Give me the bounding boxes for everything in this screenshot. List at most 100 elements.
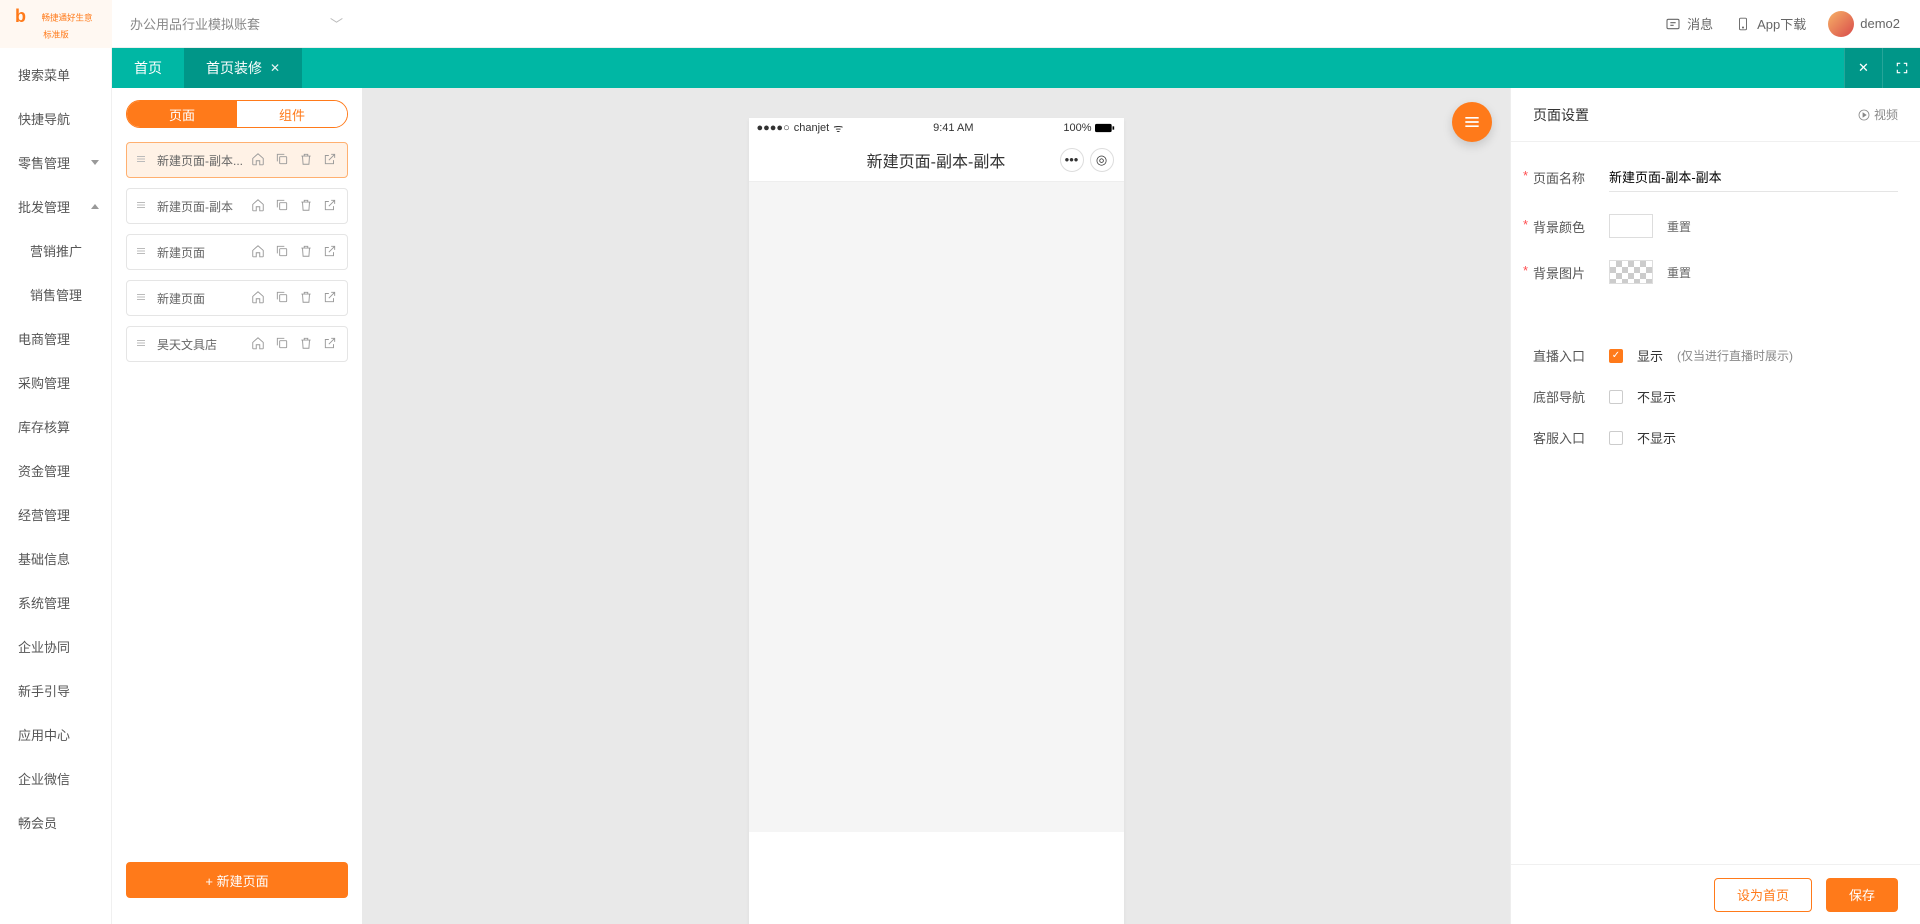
sidebar-item-purchase[interactable]: 采购管理 xyxy=(0,360,111,404)
name-label: 页面名称 xyxy=(1533,168,1595,187)
bgimg-reset[interactable]: 重置 xyxy=(1667,264,1691,281)
battery-text: 100% xyxy=(1063,122,1091,134)
app-download-link[interactable]: App下载 xyxy=(1735,14,1806,33)
sidebar-item-inventory[interactable]: 库存核算 xyxy=(0,404,111,448)
user-menu[interactable]: demo2 xyxy=(1828,11,1900,37)
seg-page[interactable]: 页面 xyxy=(127,101,237,127)
bottomnav-checkbox[interactable] xyxy=(1609,390,1623,404)
brand-text: 畅捷通好生意 xyxy=(42,10,93,23)
home-icon[interactable] xyxy=(251,198,267,214)
page-name: 新建页面 xyxy=(157,290,243,307)
drag-icon[interactable] xyxy=(135,245,149,259)
sidebar-sub-sales[interactable]: 销售管理 xyxy=(0,272,111,316)
delete-icon[interactable] xyxy=(299,152,315,168)
chevron-down-icon: ﹀ xyxy=(330,14,343,33)
copy-icon[interactable] xyxy=(275,152,291,168)
tabbar-fullscreen-button[interactable] xyxy=(1882,48,1920,88)
sidebar-item-retail[interactable]: 零售管理 xyxy=(0,140,111,184)
sidebar-item-system[interactable]: 系统管理 xyxy=(0,580,111,624)
menu-fab[interactable] xyxy=(1452,102,1492,142)
canvas: ●●●●○chanjetᯤ 9:41 AM 100% 新建页面-副本-副本 ••… xyxy=(362,88,1510,924)
battery-icon xyxy=(1095,123,1115,133)
copy-icon[interactable] xyxy=(275,244,291,260)
page-item[interactable]: 新建页面 xyxy=(126,234,348,270)
wifi-icon: ᯤ xyxy=(833,121,843,136)
sidebar-item-quicknav[interactable]: 快捷导航 xyxy=(0,96,111,140)
sidebar-item-ops[interactable]: 经营管理 xyxy=(0,492,111,536)
video-link[interactable]: 视频 xyxy=(1858,106,1898,123)
phone-header: 新建页面-副本-副本 ••• ◎ xyxy=(749,138,1124,182)
delete-icon[interactable] xyxy=(299,244,315,260)
sidebar-sub-marketing[interactable]: 营销推广 xyxy=(0,228,111,272)
home-icon[interactable] xyxy=(251,152,267,168)
live-checkbox[interactable]: ✓ xyxy=(1609,349,1623,363)
page-item[interactable]: 新建页面-副本 xyxy=(126,188,348,224)
drag-icon[interactable] xyxy=(135,153,149,167)
sidebar-item-wholesale[interactable]: 批发管理 xyxy=(0,184,111,228)
messages-link[interactable]: 消息 xyxy=(1665,14,1713,33)
miniapp-close-icon[interactable]: ◎ xyxy=(1090,148,1114,172)
logo[interactable]: b 畅捷通好生意 标准版 xyxy=(0,0,112,48)
share-icon[interactable] xyxy=(323,152,339,168)
sidebar-item-collab[interactable]: 企业协同 xyxy=(0,624,111,668)
tab-decor[interactable]: 首页装修 ✕ xyxy=(184,48,302,88)
account-selector[interactable]: 办公用品行业模拟账套 ﹀ xyxy=(130,14,343,33)
copy-icon[interactable] xyxy=(275,290,291,306)
sidebar-item-apps[interactable]: 应用中心 xyxy=(0,712,111,756)
seg-component[interactable]: 组件 xyxy=(237,101,347,127)
phone-body[interactable] xyxy=(749,182,1124,832)
drag-icon[interactable] xyxy=(135,291,149,305)
sidebar-item-member[interactable]: 畅会员 xyxy=(0,800,111,844)
cs-noshow: 不显示 xyxy=(1637,428,1676,447)
page-name: 新建页面 xyxy=(157,244,243,261)
home-icon[interactable] xyxy=(251,290,267,306)
new-page-button[interactable]: + 新建页面 xyxy=(126,862,348,898)
drag-icon[interactable] xyxy=(135,199,149,213)
sidebar-item-wework[interactable]: 企业微信 xyxy=(0,756,111,800)
set-home-button[interactable]: 设为首页 xyxy=(1714,878,1812,912)
bgcolor-reset[interactable]: 重置 xyxy=(1667,218,1691,235)
share-icon[interactable] xyxy=(323,198,339,214)
page-item[interactable]: 新建页面 xyxy=(126,280,348,316)
message-icon xyxy=(1665,16,1681,32)
share-icon[interactable] xyxy=(323,244,339,260)
edition-text: 标准版 xyxy=(43,27,69,40)
sidebar-item-label: 批发管理 xyxy=(18,197,70,216)
cs-checkbox[interactable] xyxy=(1609,431,1623,445)
settings-panel: 页面设置 视频 页面名称 背景颜色 重置 背景图片 xyxy=(1510,88,1920,924)
bgcolor-swatch[interactable] xyxy=(1609,214,1653,238)
page-item[interactable]: 昊天文具店 xyxy=(126,326,348,362)
bgimg-swatch[interactable] xyxy=(1609,260,1653,284)
avatar xyxy=(1828,11,1854,37)
drag-icon[interactable] xyxy=(135,337,149,351)
delete-icon[interactable] xyxy=(299,198,315,214)
home-icon[interactable] xyxy=(251,336,267,352)
tabbar-close-button[interactable]: ✕ xyxy=(1844,48,1882,88)
delete-icon[interactable] xyxy=(299,336,315,352)
miniapp-menu-icon[interactable]: ••• xyxy=(1060,148,1084,172)
settings-title: 页面设置 xyxy=(1533,105,1589,125)
sidebar-item-funds[interactable]: 资金管理 xyxy=(0,448,111,492)
page-name: 昊天文具店 xyxy=(157,336,243,353)
sidebar-item-basic[interactable]: 基础信息 xyxy=(0,536,111,580)
share-icon[interactable] xyxy=(323,290,339,306)
page-item[interactable]: 新建页面-副本... xyxy=(126,142,348,178)
phone-title: 新建页面-副本-副本 xyxy=(867,148,1006,172)
sidebar-item-search[interactable]: 搜索菜单 xyxy=(0,52,111,96)
tabbar: 首页 首页装修 ✕ ✕ xyxy=(112,48,1920,88)
sidebar-item-guide[interactable]: 新手引导 xyxy=(0,668,111,712)
live-label: 直播入口 xyxy=(1533,346,1595,365)
delete-icon[interactable] xyxy=(299,290,315,306)
copy-icon[interactable] xyxy=(275,336,291,352)
tab-label: 首页装修 xyxy=(206,58,262,78)
page-name-input[interactable] xyxy=(1609,162,1898,192)
sidebar-item-ecom[interactable]: 电商管理 xyxy=(0,316,111,360)
seg-switch: 页面 组件 xyxy=(126,100,348,128)
home-icon[interactable] xyxy=(251,244,267,260)
copy-icon[interactable] xyxy=(275,198,291,214)
close-icon[interactable]: ✕ xyxy=(270,61,280,75)
share-icon[interactable] xyxy=(323,336,339,352)
save-button[interactable]: 保存 xyxy=(1826,878,1898,912)
carrier-text: chanjet xyxy=(794,122,829,134)
tab-home[interactable]: 首页 xyxy=(112,48,184,88)
